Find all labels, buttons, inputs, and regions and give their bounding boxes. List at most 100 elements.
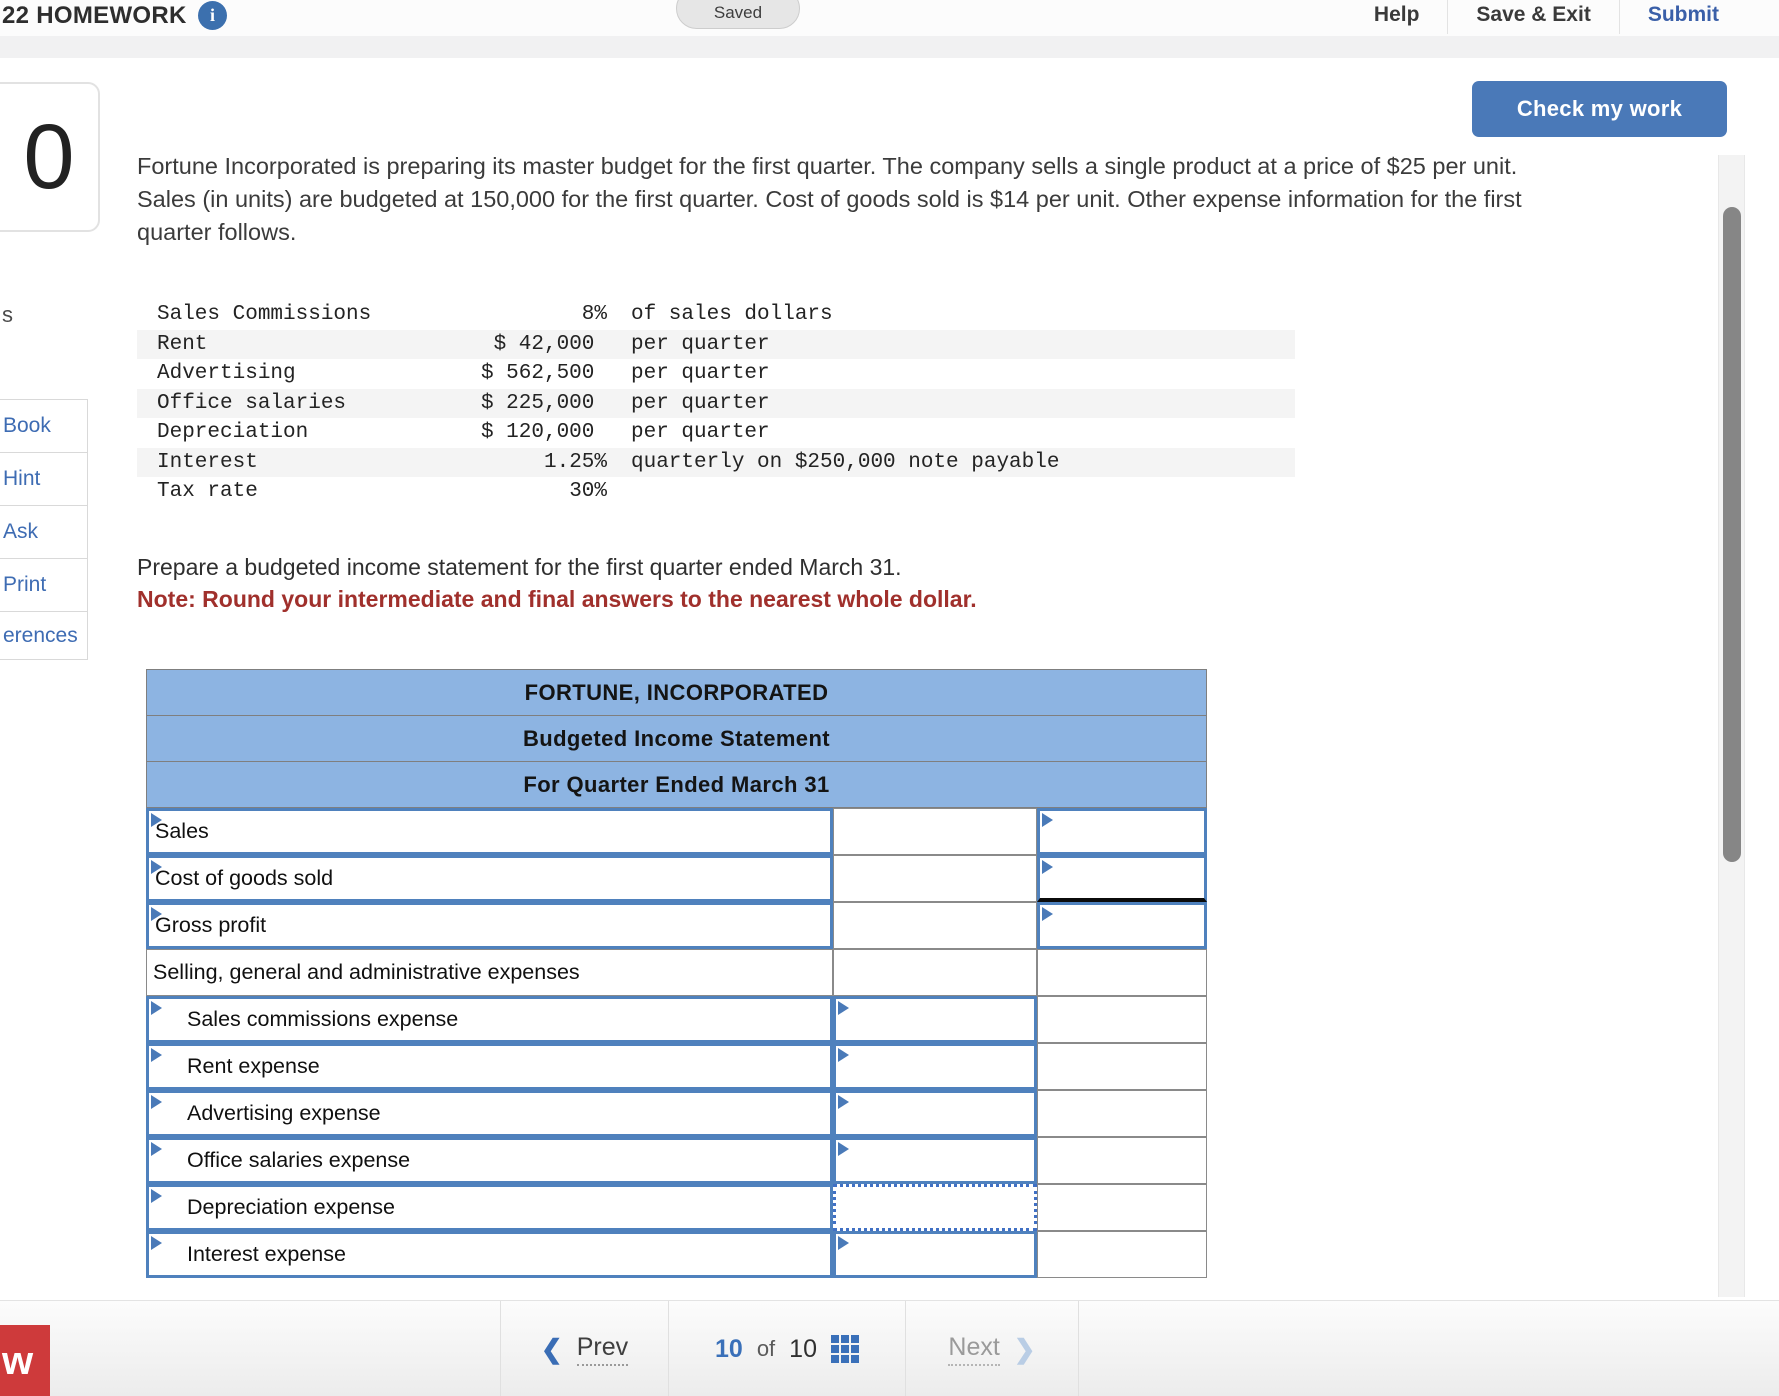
statement-total-input-cell[interactable] [1037,808,1207,855]
cell-flag-triangle-icon [1042,813,1053,827]
save-exit-link[interactable]: Save & Exit [1448,0,1618,27]
statement-period-header: For Quarter Ended March 31 [146,761,1207,808]
expense-desc: per quarter [607,421,1295,444]
expense-info-table: Sales Commissions8%of sales dollarsRent$… [137,300,1295,507]
sidebar-item-erences[interactable]: erences [0,611,88,660]
cell-flag-triangle-icon [838,1236,849,1250]
statement-label-cell[interactable]: Rent expense [146,1043,833,1090]
top-bar-links: Help Save & Exit Submit [1346,0,1727,36]
statement-row-label: Sales commissions expense [149,1007,458,1032]
cell-flag-triangle-icon [151,1001,162,1015]
expense-amount: $ 225,000 [467,392,607,415]
statement-row-label: Depreciation expense [149,1195,395,1220]
cell-flag-triangle-icon [151,1236,162,1250]
expense-desc: of sales dollars [607,303,1295,326]
expense-label: Interest [157,451,467,474]
cell-flag-triangle-icon [151,1142,162,1156]
submit-link[interactable]: Submit [1620,0,1727,27]
statement-label-cell[interactable]: Office salaries expense [146,1137,833,1184]
prev-question-button[interactable]: ❮ Prev [500,1301,668,1396]
statement-row: Advertising expense [146,1090,1207,1137]
statement-company-header: FORTUNE, INCORPORATED [146,669,1207,716]
expense-row: Tax rate30% [137,477,1295,507]
check-my-work-button[interactable]: Check my work [1472,81,1727,137]
saved-status-pill: Saved [676,0,800,29]
sidebar-item-ask[interactable]: Ask [0,505,88,559]
statement-total-input-cell[interactable] [1037,855,1207,902]
cell-flag-triangle-icon [151,1189,162,1203]
statement-total-input-cell [1037,1184,1207,1231]
resource-sidebar: Book Hint AskPrint erences [0,400,88,660]
statement-row-label: Interest expense [149,1242,346,1267]
statement-amount-input-cell[interactable] [833,1184,1037,1231]
expense-label: Sales Commissions [157,303,467,326]
statement-label-cell[interactable]: Gross profit [146,902,833,949]
cell-flag-triangle-icon [838,1001,849,1015]
statement-amount-input-cell[interactable] [833,1137,1037,1184]
budgeted-income-statement-table: FORTUNE, INCORPORATED Budgeted Income St… [146,670,1207,1278]
expense-label: Advertising [157,362,467,385]
expense-label: Tax rate [157,480,467,503]
statement-label-cell[interactable]: Depreciation expense [146,1184,833,1231]
cell-flag-triangle-icon [151,907,162,921]
expense-row: Interest1.25%quarterly on $250,000 note … [137,448,1295,478]
statement-total-input-cell [1037,996,1207,1043]
expense-label: Rent [157,333,467,356]
statement-row: Selling, general and administrative expe… [146,949,1207,996]
footer-nav-bar: ❮ Prev 10 of 10 Next ❯ w [0,1300,1779,1396]
rounding-note: Note: Round your intermediate and final … [137,586,977,613]
help-link[interactable]: Help [1346,0,1448,27]
sidebar-item-label: Book [0,414,51,438]
statement-row: Sales [146,808,1207,855]
expense-label: Depreciation [157,421,467,444]
prev-label: Prev [577,1333,628,1366]
question-number: 0 [0,105,75,210]
sidebar-item-book[interactable]: Book [0,399,88,453]
cell-flag-triangle-icon [151,1095,162,1109]
statement-amount-input-cell[interactable] [833,1043,1037,1090]
sidebar-item-print[interactable]: Print [0,558,88,612]
info-icon[interactable]: i [198,1,227,30]
cell-flag-triangle-icon [838,1048,849,1062]
sidebar-item-label: Hint [0,467,40,491]
statement-label-cell[interactable]: Sales commissions expense [146,996,833,1043]
statement-total-input-cell [1037,1137,1207,1184]
expense-amount: $ 562,500 [467,362,607,385]
expense-row: Advertising$ 562,500 per quarter [137,359,1295,389]
total-page-number: 10 [789,1335,817,1364]
cell-flag-triangle-icon [838,1095,849,1109]
top-bar: 22 HOMEWORK i Saved Help Save & Exit Sub… [0,0,1779,36]
statement-body: SalesCost of goods soldGross profitSelli… [146,808,1207,1278]
statement-label-cell[interactable]: Sales [146,808,833,855]
vertical-scrollbar-thumb[interactable] [1723,207,1741,862]
question-map-grid-icon[interactable] [831,1335,859,1363]
expense-desc: per quarter [607,333,1295,356]
sidebar-item-hint[interactable]: Hint [0,452,88,506]
cell-flag-triangle-icon [1042,907,1053,921]
assignment-page: 22 HOMEWORK i Saved Help Save & Exit Sub… [0,0,1779,1396]
statement-total-input-cell [1037,1043,1207,1090]
expense-desc: quarterly on $250,000 note payable [607,451,1295,474]
statement-amount-input-cell[interactable] [833,996,1037,1043]
statement-label-cell[interactable]: Advertising expense [146,1090,833,1137]
expense-label: Office salaries [157,392,467,415]
statement-total-input-cell[interactable] [1037,902,1207,949]
expense-desc: per quarter [607,362,1295,385]
sidebar-item-label: erences [0,624,78,648]
statement-label-cell[interactable]: Cost of goods sold [146,855,833,902]
expense-row: Office salaries$ 225,000 per quarter [137,389,1295,419]
statement-label-cell[interactable]: Interest expense [146,1231,833,1278]
expense-row: Depreciation$ 120,000 per quarter [137,418,1295,448]
statement-amount-input-cell[interactable] [833,1231,1037,1278]
publisher-logo: w [0,1325,50,1396]
statement-total-input-cell [1037,1090,1207,1137]
statement-amount-input-cell[interactable] [833,1090,1037,1137]
statement-row-label: Rent expense [149,1054,320,1079]
expense-amount: 8% [467,303,607,326]
statement-amount-input-cell [833,902,1037,949]
statement-row: Interest expense [146,1231,1207,1278]
statement-row: Rent expense [146,1043,1207,1090]
page-of-label: of [757,1336,775,1362]
statement-row: Gross profit [146,902,1207,949]
next-question-button[interactable]: Next ❯ [905,1301,1079,1396]
